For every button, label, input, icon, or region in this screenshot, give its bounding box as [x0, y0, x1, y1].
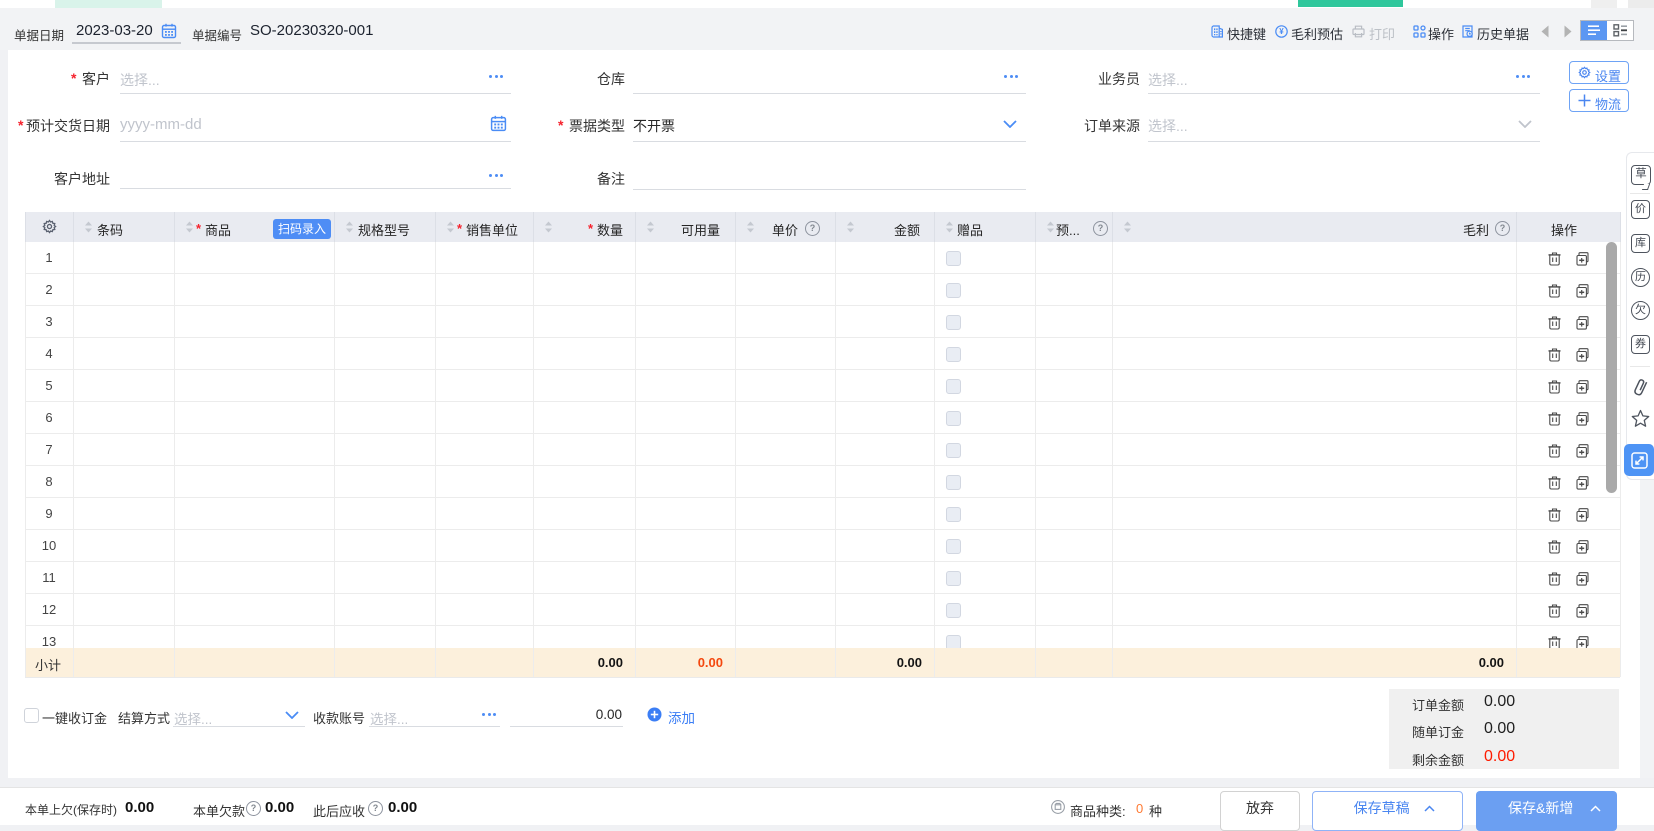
svg-text:¥: ¥	[1279, 27, 1284, 36]
